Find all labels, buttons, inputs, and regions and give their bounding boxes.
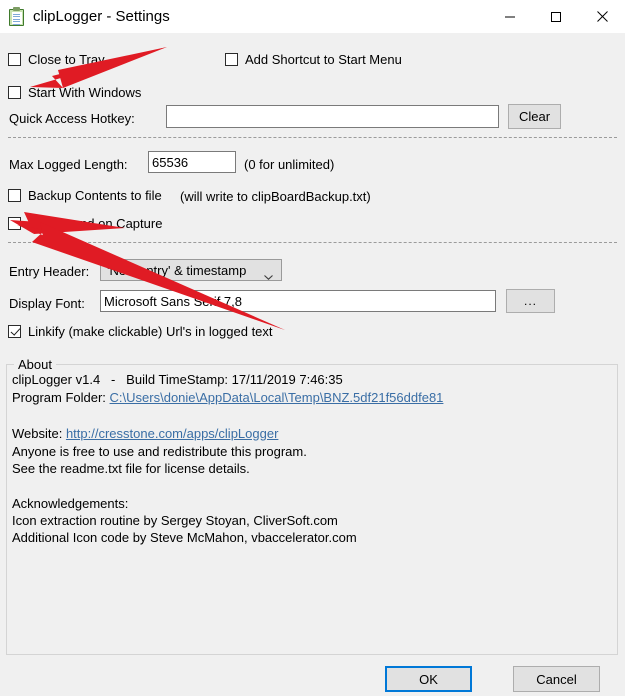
website-label: Website: xyxy=(12,426,66,441)
about-version-line: clipLogger v1.4 - Build TimeStamp: 17/11… xyxy=(12,372,343,387)
display-font-input[interactable] xyxy=(100,290,496,312)
acknowledgements-title: Acknowledgements: xyxy=(12,496,129,511)
clear-hotkey-button[interactable]: Clear xyxy=(508,104,561,129)
entry-header-label: Entry Header: xyxy=(9,264,90,279)
client-area: Close to Tray Add Shortcut to Start Menu… xyxy=(0,33,625,696)
about-redistribute-line: Anyone is free to use and redistribute t… xyxy=(12,444,307,459)
acknowledgements-line-1: Icon extraction routine by Sergey Stoyan… xyxy=(12,513,338,528)
checkbox-play-sound-on-capture[interactable]: Play Sound on Capture xyxy=(8,217,162,230)
checkbox-label: Close to Tray xyxy=(28,52,105,67)
display-font-label: Display Font: xyxy=(9,296,85,311)
backup-note: (will write to clipBoardBackup.txt) xyxy=(180,189,371,204)
entry-header-selected-value: 'New entry' & timestamp xyxy=(107,262,247,278)
minimize-button[interactable] xyxy=(487,0,533,33)
cancel-button[interactable]: Cancel xyxy=(513,666,600,692)
settings-window: clipLogger - Settings Close to Tray Add … xyxy=(0,0,625,696)
checkbox-close-to-tray[interactable]: Close to Tray xyxy=(8,53,105,66)
chevron-down-icon xyxy=(264,268,273,280)
window-title: clipLogger - Settings xyxy=(33,8,170,25)
checkbox-box xyxy=(8,189,21,202)
about-program-folder-row: Program Folder: C:\Users\donie\AppData\L… xyxy=(12,390,443,406)
checkbox-label: Backup Contents to file xyxy=(28,188,162,203)
checkbox-box xyxy=(8,325,21,338)
max-logged-length-note: (0 for unlimited) xyxy=(244,157,335,172)
ok-button[interactable]: OK xyxy=(385,666,472,692)
checkbox-add-shortcut-to-start-menu[interactable]: Add Shortcut to Start Menu xyxy=(225,53,402,66)
checkbox-backup-contents-to-file[interactable]: Backup Contents to file xyxy=(8,189,162,202)
separator-2 xyxy=(8,242,617,243)
program-folder-label: Program Folder: xyxy=(12,390,110,405)
entry-header-dropdown[interactable]: 'New entry' & timestamp xyxy=(100,259,282,281)
display-font-browse-button[interactable]: ... xyxy=(506,289,555,313)
acknowledgements-line-2: Additional Icon code by Steve McMahon, v… xyxy=(12,530,357,545)
max-logged-length-input[interactable] xyxy=(148,151,236,173)
checkbox-label: Play Sound on Capture xyxy=(28,216,163,231)
about-website-row: Website: http://cresstone.com/apps/clipL… xyxy=(12,426,278,442)
checkbox-label: Linkify (make clickable) Url's in logged… xyxy=(28,324,273,339)
quick-access-hotkey-input[interactable] xyxy=(166,105,499,128)
max-logged-length-label: Max Logged Length: xyxy=(9,157,128,172)
checkbox-box xyxy=(8,86,21,99)
checkbox-start-with-windows[interactable]: Start With Windows xyxy=(8,86,141,99)
clipboard-icon xyxy=(8,7,25,26)
title-bar: clipLogger - Settings xyxy=(0,0,625,33)
maximize-button[interactable] xyxy=(533,0,579,33)
about-readme-line: See the readme.txt file for license deta… xyxy=(12,461,250,476)
checkbox-linkify[interactable]: Linkify (make clickable) Url's in logged… xyxy=(8,325,273,338)
checkbox-box xyxy=(225,53,238,66)
checkbox-label: Start With Windows xyxy=(28,85,142,100)
checkbox-box xyxy=(8,217,21,230)
close-button[interactable] xyxy=(579,0,625,33)
program-folder-link[interactable]: C:\Users\donie\AppData\Local\Temp\BNZ.5d… xyxy=(110,390,444,405)
checkbox-label: Add Shortcut to Start Menu xyxy=(245,52,402,67)
website-link[interactable]: http://cresstone.com/apps/clipLogger xyxy=(66,426,278,441)
window-controls xyxy=(487,0,625,33)
quick-access-hotkey-label: Quick Access Hotkey: xyxy=(9,111,135,126)
checkbox-box xyxy=(8,53,21,66)
about-group-title: About xyxy=(14,357,56,372)
separator-1 xyxy=(8,137,617,138)
